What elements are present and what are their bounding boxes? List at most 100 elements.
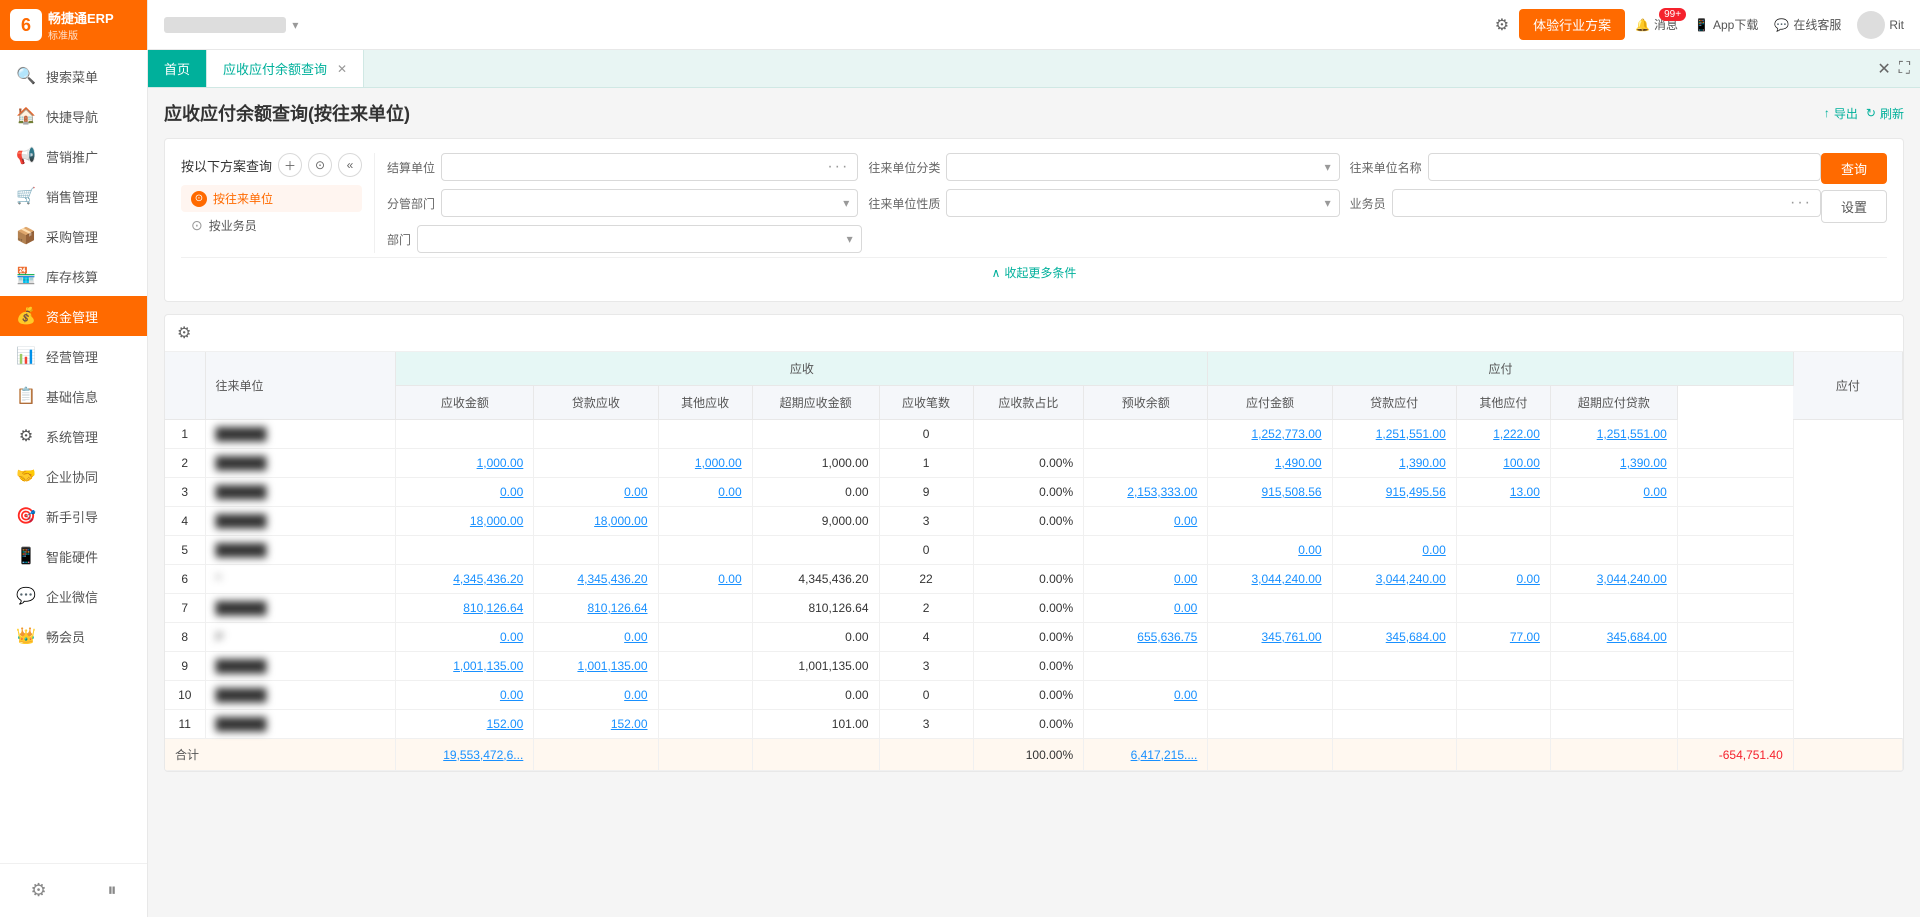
filter-partner-nature: 往来单位性质 ▾ [868, 189, 1339, 217]
salesperson-option-icon: ⊙ [191, 217, 203, 234]
refresh-button[interactable]: ↻ 刷新 [1866, 105, 1904, 122]
sidebar-item-base-info[interactable]: 📋 基础信息 [0, 376, 147, 416]
sidebar-item-operations[interactable]: 📊 经营管理 [0, 336, 147, 376]
sidebar-item-finance[interactable]: 💰 资金管理 [0, 296, 147, 336]
filter-partner-category: 往来单位分类 ▾ [868, 153, 1339, 181]
sidebar-collapse-btn[interactable]: ⏸ [102, 874, 123, 907]
table-row: 2 ██████ 1,000.00 1,000.00 1,000.00 1 0.… [165, 449, 1903, 478]
sidebar-item-hardware[interactable]: 📱 智能硬件 [0, 536, 147, 576]
table-scroll[interactable]: 往来单位 应收 应付 应付 应收金额 贷款应收 其他应收 超期应收金额 应收笔数… [165, 352, 1903, 771]
footer-prepayment-total: 6,417,215.... [1084, 739, 1208, 771]
partner-category-input[interactable]: ▾ [946, 153, 1339, 181]
filter-by-salesperson[interactable]: ⊙ 按业务员 [181, 212, 362, 239]
col-recv-amt: 应收金额 [396, 386, 534, 420]
page-header: 应收应付余额查询(按往来单位) ↑ 导出 ↻ 刷新 [164, 100, 1904, 126]
add-scheme-btn[interactable]: ＋ [278, 153, 302, 177]
footer-pay-total: -654,751.40 [1677, 739, 1793, 771]
tab-close-icon[interactable]: ✕ [337, 62, 347, 76]
sidebar-item-purchase[interactable]: 📦 采购管理 [0, 216, 147, 256]
tab-home[interactable]: 首页 [148, 50, 207, 87]
partner-nature-label: 往来单位性质 [868, 195, 940, 212]
filter-actions: 查询 设置 [1821, 153, 1887, 253]
expand-scheme-btn[interactable]: « [338, 153, 362, 177]
partner-cell: ██████ [205, 478, 396, 507]
sidebar: 6 畅捷通ERP 标准版 🔍 搜索菜单 🏠 快捷导航 📢 营销推广 🛒 销售管理… [0, 0, 148, 917]
sidebar-item-sysadmin[interactable]: ⚙ 系统管理 [0, 416, 147, 456]
tab-receivable-query[interactable]: 应收应付余额查询 ✕ [207, 50, 364, 87]
online-service-btn[interactable]: 💬 在线客服 [1774, 16, 1841, 33]
settings-scheme-btn[interactable]: ⊙ [308, 153, 332, 177]
settings-button[interactable]: 设置 [1821, 190, 1887, 223]
row-num: 11 [165, 710, 205, 739]
table-row: 3 ██████ 0.00 0.00 0.00 0.00 9 0.00% 2,1… [165, 478, 1903, 507]
service-icon: 💬 [1774, 18, 1789, 32]
solution-button[interactable]: 体验行业方案 [1519, 9, 1625, 40]
sidebar-item-search[interactable]: 🔍 搜索菜单 [0, 56, 147, 96]
tab-bar: 首页 应收应付余额查询 ✕ ✕ ⛶ [148, 50, 1920, 88]
sidebar-item-wechat[interactable]: 💬 企业微信 [0, 576, 147, 616]
filter-row-1: 结算单位 ··· 往来单位分类 ▾ [387, 153, 1821, 181]
managing-dept-input[interactable]: ▾ [441, 189, 858, 217]
filter-department: 部门 ▾ [387, 225, 862, 253]
sidebar-item-collab[interactable]: 🤝 企业协同 [0, 456, 147, 496]
partner-name-input[interactable] [1428, 153, 1821, 181]
col-pay-amt: 应付金额 [1208, 386, 1332, 420]
row-num: 4 [165, 507, 205, 536]
col-overdue-recv: 超期应收金额 [752, 386, 879, 420]
refresh-icon: ↻ [1866, 106, 1876, 120]
finance-icon: 💰 [16, 306, 36, 326]
purchase-icon: 📦 [16, 226, 36, 246]
notification-btn[interactable]: 🔔 消息 99+ [1635, 16, 1678, 33]
col-rownum [165, 352, 205, 420]
sidebar-gear-btn[interactable]: ⚙ [24, 874, 52, 907]
sidebar-item-quicknav[interactable]: 🏠 快捷导航 [0, 96, 147, 136]
row-num: 8 [165, 623, 205, 652]
table-row: 9 ██████ 1,001,135.00 1,001,135.00 1,001… [165, 652, 1903, 681]
col-group-receivable: 应收 [396, 352, 1208, 386]
export-icon: ↑ [1824, 106, 1830, 120]
department-input[interactable]: ▾ [417, 225, 862, 253]
row-num: 7 [165, 594, 205, 623]
settlement-unit-label: 结算单位 [387, 159, 435, 176]
filter-managing-dept: 分管部门 ▾ [387, 189, 858, 217]
topbar-right: 🔔 消息 99+ 📱 App下载 💬 在线客服 Rit [1635, 11, 1904, 39]
col-loan-recv: 贷款应收 [534, 386, 658, 420]
sidebar-item-marketing[interactable]: 📢 营销推广 [0, 136, 147, 176]
tab-close-window-icon[interactable]: ✕ [1877, 59, 1890, 79]
breadcrumb: ████████ ▾ [164, 17, 1485, 33]
home-icon: 🏠 [16, 106, 36, 126]
partner-nature-input[interactable]: ▾ [946, 189, 1339, 217]
sidebar-item-sales[interactable]: 🛒 销售管理 [0, 176, 147, 216]
col-recv-ratio: 应收款占比 [973, 386, 1084, 420]
table-row: 6 ^ 4,345,436.20 4,345,436.20 0.00 4,345… [165, 565, 1903, 594]
partner-name-label: 往来单位名称 [1350, 159, 1422, 176]
partner-cell: ██████ [205, 652, 396, 681]
filter-by-partner[interactable]: ⊙ 按往来单位 [181, 185, 362, 212]
query-button[interactable]: 查询 [1821, 153, 1887, 184]
app-download-btn[interactable]: 📱 App下载 [1694, 16, 1758, 33]
col-other-recv: 其他应收 [658, 386, 752, 420]
user-avatar-btn[interactable]: Rit [1857, 11, 1904, 39]
export-button[interactable]: ↑ 导出 [1824, 105, 1858, 122]
partner-cell: ^ [205, 565, 396, 594]
row-num: 5 [165, 536, 205, 565]
topbar-gear-icon[interactable]: ⚙ [1495, 15, 1509, 35]
page-actions: ↑ 导出 ↻ 刷新 [1824, 105, 1904, 122]
tab-maximize-icon[interactable]: ⛶ [1899, 60, 1910, 78]
table-settings-icon[interactable]: ⚙ [177, 323, 191, 343]
sidebar-item-inventory[interactable]: 🏪 库存核算 [0, 256, 147, 296]
operations-icon: 📊 [16, 346, 36, 366]
sidebar-item-member[interactable]: 👑 畅会员 [0, 616, 147, 656]
table-row: 11 ██████ 152.00 152.00 101.00 3 0.00% [165, 710, 1903, 739]
partner-cell: ██████ [205, 507, 396, 536]
footer-recv-total: 19,553,472,6... [396, 739, 534, 771]
filter-scheme-panel: 按以下方案查询 ＋ ⊙ « ⊙ 按往来单位 ⊙ 按业务员 [181, 153, 375, 253]
footer-recv-ratio: 100.00% [973, 739, 1084, 771]
settlement-unit-input[interactable]: ··· [441, 153, 858, 181]
topbar: ████████ ▾ ⚙ 体验行业方案 🔔 消息 99+ 📱 App下载 💬 在… [148, 0, 1920, 50]
sidebar-item-guide[interactable]: 🎯 新手引导 [0, 496, 147, 536]
salesperson-input[interactable]: ··· [1392, 189, 1821, 217]
row-num: 6 [165, 565, 205, 594]
partner-cell: ██████ [205, 420, 396, 449]
collapse-filter-btn[interactable]: ∧ 收起更多条件 [181, 257, 1887, 287]
